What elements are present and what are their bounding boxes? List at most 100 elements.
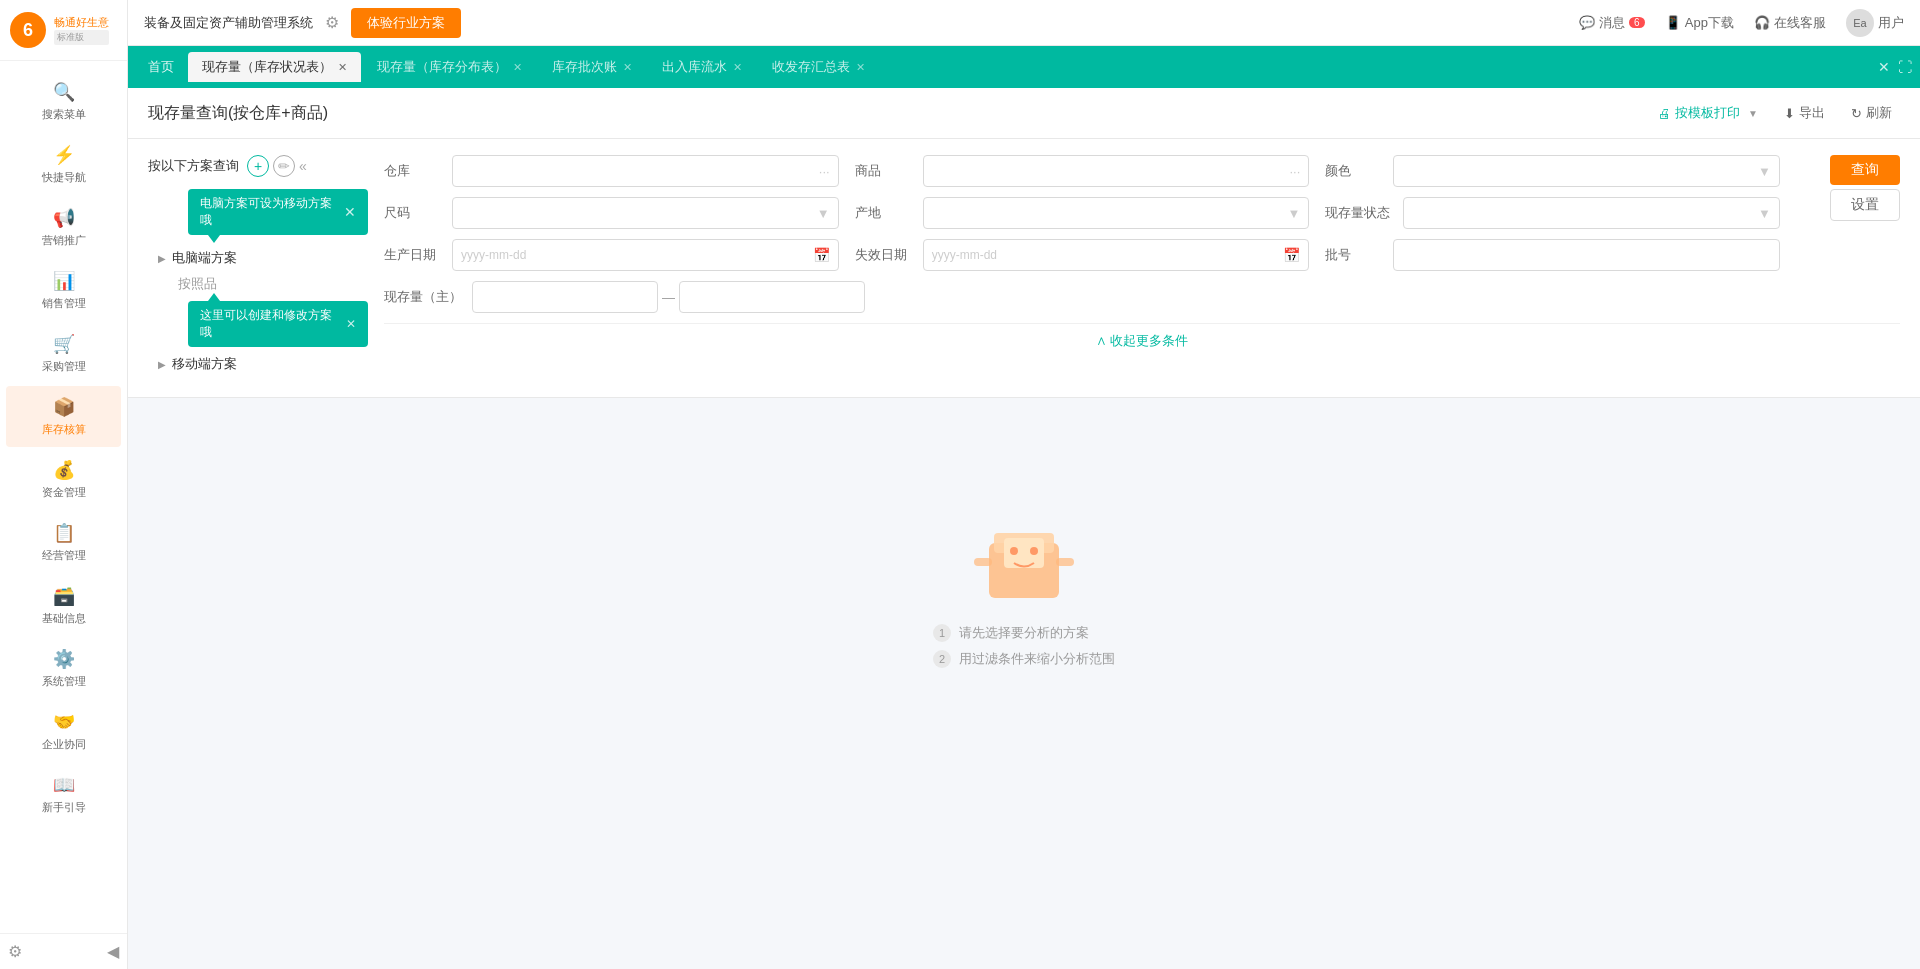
reset-button[interactable]: 设置 [1830,189,1900,221]
support-icon: 🎧 [1754,15,1770,30]
search-button[interactable]: 查询 [1830,155,1900,185]
tab-expand-icon[interactable]: ⛶ [1898,59,1912,75]
size-select[interactable]: ▼ [452,197,839,229]
sales-icon: 📊 [53,270,75,292]
tab-close-batch-ledger[interactable]: ✕ [623,61,632,74]
collapse-up-icon: ∧ [1096,333,1111,348]
tab-collect-summary[interactable]: 收发存汇总表 ✕ [758,52,879,82]
add-scheme-btn[interactable]: + [247,155,269,177]
topbar-right: 💬 消息 6 📱 App下载 🎧 在线客服 Ea 用户 [1579,9,1904,37]
topbar: 装备及固定资产辅助管理系统 ⚙ 体验行业方案 💬 消息 6 📱 App下载 🎧 … [128,0,1920,46]
online-support-item[interactable]: 🎧 在线客服 [1754,14,1826,32]
sidebar-item-search[interactable]: 🔍 搜索菜单 [6,71,121,132]
tab-inout-flow[interactable]: 出入库流水 ✕ [648,52,756,82]
chevron-down-icon: ▼ [1748,108,1758,119]
edit-scheme-btn[interactable]: ✏ [273,155,295,177]
empty-steps: 1 请先选择要分析的方案 2 用过滤条件来缩小分析范围 [933,624,1115,668]
empty-step-1: 1 请先选择要分析的方案 [933,624,1115,642]
sidebar-item-sales[interactable]: 📊 销售管理 [6,260,121,321]
topbar-settings-icon[interactable]: ⚙ [325,13,339,32]
base-icon: 🗃️ [53,585,75,607]
sidebar-item-purchase[interactable]: 🛒 采购管理 [6,323,121,384]
tab-close-inout-flow[interactable]: ✕ [733,61,742,74]
search-icon: 🔍 [53,81,75,103]
sidebar-item-inventory[interactable]: 📦 库存核算 [6,386,121,447]
collapse-sidebar-icon[interactable]: ◀ [107,942,119,961]
goods-select[interactable]: ··· [923,155,1310,187]
empty-state-area: 1 请先选择要分析的方案 2 用过滤条件来缩小分析范围 [128,398,1920,778]
warehouse-select[interactable]: ··· [452,155,839,187]
prod-date-input[interactable]: yyyy-mm-dd 📅 [452,239,839,271]
logo-text: 畅通好生意 [54,15,109,30]
stock-main-max[interactable] [679,281,865,313]
origin-chevron: ▼ [1287,206,1300,221]
tab-close-inventory-dist[interactable]: ✕ [513,61,522,74]
tab-close-inventory-status[interactable]: ✕ [338,61,347,74]
tab-close-all-icon[interactable]: ✕ [1878,59,1890,75]
prod-date-label: 生产日期 [384,246,444,264]
sidebar-item-label: 快捷导航 [42,170,86,185]
stock-status-select[interactable]: ▼ [1403,197,1780,229]
batch-input[interactable] [1393,239,1780,271]
system-title: 装备及固定资产辅助管理系统 [144,14,313,32]
sidebar-item-system[interactable]: ⚙️ 系统管理 [6,638,121,699]
sidebar-bottom: ⚙ ◀ [0,933,127,969]
tab-batch-ledger[interactable]: 库存批次账 ✕ [538,52,646,82]
sidebar-item-cooperation[interactable]: 🤝 企业协同 [6,701,121,762]
settings-bottom-icon[interactable]: ⚙ [8,942,22,961]
user-item[interactable]: Ea 用户 [1846,9,1904,37]
warehouse-dots: ··· [819,164,830,179]
scheme-child-label: 按照品 [178,276,217,291]
tabbar: 首页 现存量（库存状况表） ✕ 现存量（库存分布表） ✕ 库存批次账 ✕ 出入库… [128,46,1920,88]
sidebar-item-quick[interactable]: ⚡ 快捷导航 [6,134,121,195]
print-icon: 🖨 [1658,106,1671,121]
sidebar-item-finance[interactable]: 💰 资金管理 [6,449,121,510]
sidebar-item-label: 基础信息 [42,611,86,626]
tab-inventory-dist[interactable]: 现存量（库存分布表） ✕ [363,52,536,82]
industry-btn[interactable]: 体验行业方案 [351,8,461,38]
tabbar-right: ✕ ⛶ [1878,59,1912,75]
tooltip1: 电脑方案可设为移动方案哦 ✕ [188,189,368,235]
tab-label: 库存批次账 [552,58,617,76]
tab-home[interactable]: 首页 [136,52,186,82]
stock-status-label: 现存量状态 [1325,204,1395,222]
purchase-icon: 🛒 [53,333,75,355]
filter-goods: 商品 ··· [855,155,1310,187]
back-btn[interactable]: « [299,158,307,174]
app-download-item[interactable]: 📱 App下载 [1665,14,1734,32]
tooltip1-close[interactable]: ✕ [344,204,356,220]
sidebar-item-base[interactable]: 🗃️ 基础信息 [6,575,121,636]
stock-main-min[interactable] [472,281,658,313]
desktop-scheme-header[interactable]: ▶ 电脑端方案 [158,245,368,271]
sidebar-item-guide[interactable]: 📖 新手引导 [6,764,121,825]
sidebar-item-label: 库存核算 [42,422,86,437]
scheme-child-item[interactable]: 按照品 [178,271,368,297]
refresh-btn[interactable]: ↻ 刷新 [1843,100,1900,126]
guide-icon: 📖 [53,774,75,796]
sidebar-item-marketing[interactable]: 📢 营销推广 [6,197,121,258]
svg-rect-6 [1056,558,1074,566]
mobile-scheme-header[interactable]: ▶ 移动端方案 [158,351,368,377]
color-select[interactable]: ▼ [1393,155,1780,187]
sidebar-item-operation[interactable]: 📋 经营管理 [6,512,121,573]
filter-warehouse: 仓库 ··· [384,155,839,187]
origin-select[interactable]: ▼ [923,197,1310,229]
template-print-btn[interactable]: 🖨 按模板打印 ▼ [1650,100,1766,126]
tab-close-collect-summary[interactable]: ✕ [856,61,865,74]
tab-inventory-status[interactable]: 现存量（库存状况表） ✕ [188,52,361,82]
export-btn[interactable]: ⬇ 导出 [1776,100,1833,126]
color-chevron: ▼ [1758,164,1771,179]
sidebar-item-label: 经营管理 [42,548,86,563]
step1-text: 请先选择要分析的方案 [959,624,1089,642]
phone-icon: 📱 [1665,15,1681,30]
collapse-btn[interactable]: ∧ 收起更多条件 [384,323,1900,358]
tooltip2-close[interactable]: ✕ [346,317,356,331]
message-item[interactable]: 💬 消息 6 [1579,14,1645,32]
sidebar-logo: 6 畅通好生意 标准版 [0,0,127,61]
main-content: 装备及固定资产辅助管理系统 ⚙ 体验行业方案 💬 消息 6 📱 App下载 🎧 … [128,0,1920,969]
empty-step-2: 2 用过滤条件来缩小分析范围 [933,650,1115,668]
filter-row-4: 现存量（主） — [384,281,1900,313]
empty-state: 1 请先选择要分析的方案 2 用过滤条件来缩小分析范围 [933,508,1115,668]
expiry-date-input[interactable]: yyyy-mm-dd 📅 [923,239,1310,271]
svg-point-3 [1010,547,1018,555]
